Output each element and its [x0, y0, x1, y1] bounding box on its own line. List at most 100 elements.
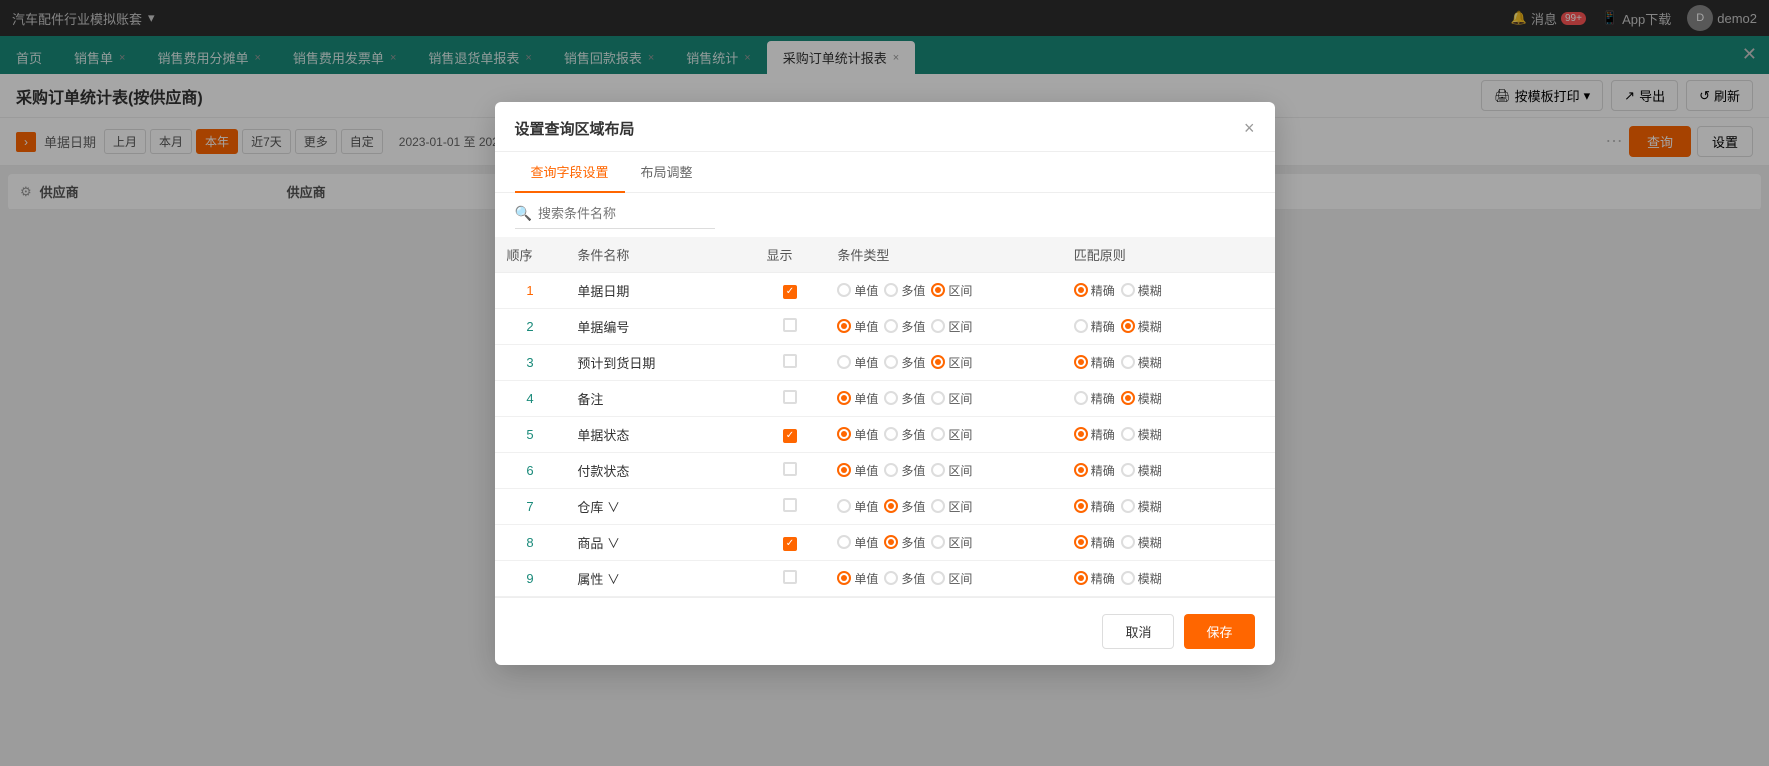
type-radio-option[interactable]: 多值 [884, 570, 925, 587]
type-radio-option[interactable]: 多值 [884, 534, 925, 551]
type-radio-option[interactable]: 多值 [884, 498, 925, 515]
type-radio-option[interactable]: 多值 [884, 282, 925, 299]
match-radio-option[interactable]: 模糊 [1121, 390, 1162, 407]
settings-dialog: 设置查询区域布局 × 查询字段设置 布局调整 🔍 顺序 [495, 102, 1275, 665]
table-row: 4备注单值多值区间精确模糊 [495, 380, 1275, 416]
radio-label: 区间 [948, 282, 972, 299]
match-radio-option[interactable]: 精确 [1074, 534, 1115, 551]
match-radio-option[interactable]: 精确 [1074, 354, 1115, 371]
match-radio-option[interactable]: 精确 [1074, 426, 1115, 443]
match-radio-option[interactable]: 精确 [1074, 390, 1115, 407]
type-radio-option[interactable]: 多值 [884, 354, 925, 371]
match-radio-option[interactable]: 精确 [1074, 318, 1115, 335]
radio-label: 精确 [1091, 462, 1115, 479]
radio-label: 模糊 [1138, 462, 1162, 479]
conditions-table: 顺序 条件名称 显示 条件类型 匹配原则 1单据日期单值多值区间精确模糊2单据编… [495, 237, 1275, 597]
row-show-checkbox[interactable] [783, 537, 797, 551]
row-order: 7 [526, 499, 533, 514]
type-radio-option[interactable]: 区间 [931, 390, 972, 407]
th-show: 显示 [754, 237, 825, 273]
match-radio-option[interactable]: 精确 [1074, 570, 1115, 587]
tab-query-fields-label: 查询字段设置 [531, 165, 609, 180]
row-type-radio-group: 单值多值区间 [837, 534, 1049, 551]
type-radio-option[interactable]: 单值 [837, 426, 878, 443]
search-input[interactable] [538, 206, 698, 221]
radio-circle [1121, 355, 1135, 369]
radio-label: 多值 [901, 462, 925, 479]
type-radio-option[interactable]: 单值 [837, 534, 878, 551]
match-radio-option[interactable]: 模糊 [1121, 462, 1162, 479]
radio-label: 单值 [854, 498, 878, 515]
radio-label: 模糊 [1138, 318, 1162, 335]
radio-label: 精确 [1091, 534, 1115, 551]
radio-circle [1121, 463, 1135, 477]
tab-query-fields[interactable]: 查询字段设置 [515, 152, 625, 193]
radio-label: 区间 [948, 390, 972, 407]
type-radio-option[interactable]: 区间 [931, 354, 972, 371]
match-radio-option[interactable]: 模糊 [1121, 282, 1162, 299]
match-radio-option[interactable]: 模糊 [1121, 570, 1162, 587]
type-radio-option[interactable]: 单值 [837, 570, 878, 587]
radio-circle [1121, 535, 1135, 549]
type-radio-option[interactable]: 单值 [837, 462, 878, 479]
row-show-checkbox[interactable] [783, 318, 797, 332]
match-radio-option[interactable]: 模糊 [1121, 534, 1162, 551]
cancel-button[interactable]: 取消 [1102, 614, 1174, 649]
radio-circle [931, 463, 945, 477]
row-show-checkbox[interactable] [783, 354, 797, 368]
row-match-radio-group: 精确模糊 [1074, 534, 1263, 551]
radio-label: 精确 [1091, 498, 1115, 515]
radio-label: 模糊 [1138, 354, 1162, 371]
type-radio-option[interactable]: 区间 [931, 534, 972, 551]
save-button[interactable]: 保存 [1184, 614, 1254, 649]
type-radio-option[interactable]: 单值 [837, 282, 878, 299]
type-radio-option[interactable]: 多值 [884, 462, 925, 479]
row-show-checkbox[interactable] [783, 285, 797, 299]
radio-label: 精确 [1091, 426, 1115, 443]
type-radio-option[interactable]: 单值 [837, 498, 878, 515]
radio-circle [931, 499, 945, 513]
match-radio-option[interactable]: 模糊 [1121, 354, 1162, 371]
radio-label: 多值 [901, 390, 925, 407]
radio-label: 区间 [948, 570, 972, 587]
dialog-close-button[interactable]: × [1244, 119, 1255, 137]
match-radio-option[interactable]: 精确 [1074, 462, 1115, 479]
type-radio-option[interactable]: 多值 [884, 390, 925, 407]
match-radio-option[interactable]: 模糊 [1121, 426, 1162, 443]
row-show-checkbox[interactable] [783, 462, 797, 476]
type-radio-option[interactable]: 区间 [931, 570, 972, 587]
row-order: 1 [526, 283, 533, 298]
match-radio-option[interactable]: 精确 [1074, 282, 1115, 299]
match-radio-option[interactable]: 精确 [1074, 498, 1115, 515]
row-show-checkbox[interactable] [783, 390, 797, 404]
radio-label: 多值 [901, 282, 925, 299]
row-condition-name: 备注 [577, 392, 603, 407]
table-row: 5单据状态单值多值区间精确模糊 [495, 416, 1275, 452]
radio-label: 精确 [1091, 318, 1115, 335]
row-show-checkbox[interactable] [783, 429, 797, 443]
row-match-radio-group: 精确 模糊 [1074, 462, 1263, 479]
type-radio-option[interactable]: 多值 [884, 426, 925, 443]
match-radio-option[interactable]: 模糊 [1121, 498, 1162, 515]
radio-label: 模糊 [1138, 498, 1162, 515]
row-show-checkbox[interactable] [783, 498, 797, 512]
radio-label: 模糊 [1138, 282, 1162, 299]
type-radio-option[interactable]: 单值 [837, 390, 878, 407]
tab-layout-adjust[interactable]: 布局调整 [625, 152, 709, 193]
type-radio-option[interactable]: 区间 [931, 282, 972, 299]
type-radio-option[interactable]: 区间 [931, 426, 972, 443]
type-radio-option[interactable]: 多值 [884, 318, 925, 335]
match-radio-option[interactable]: 模糊 [1121, 318, 1162, 335]
table-row: 2单据编号单值多值区间精确模糊 [495, 308, 1275, 344]
type-radio-option[interactable]: 区间 [931, 318, 972, 335]
type-radio-option[interactable]: 区间 [931, 498, 972, 515]
radio-label: 精确 [1091, 570, 1115, 587]
row-show-checkbox[interactable] [783, 570, 797, 584]
type-radio-option[interactable]: 单值 [837, 318, 878, 335]
row-match-radio-group: 精确模糊 [1074, 390, 1263, 407]
type-radio-option[interactable]: 区间 [931, 462, 972, 479]
radio-label: 多值 [901, 318, 925, 335]
row-match-radio-group: 精确模糊 [1074, 426, 1263, 443]
type-radio-option[interactable]: 单值 [837, 354, 878, 371]
row-order: 5 [526, 427, 533, 442]
